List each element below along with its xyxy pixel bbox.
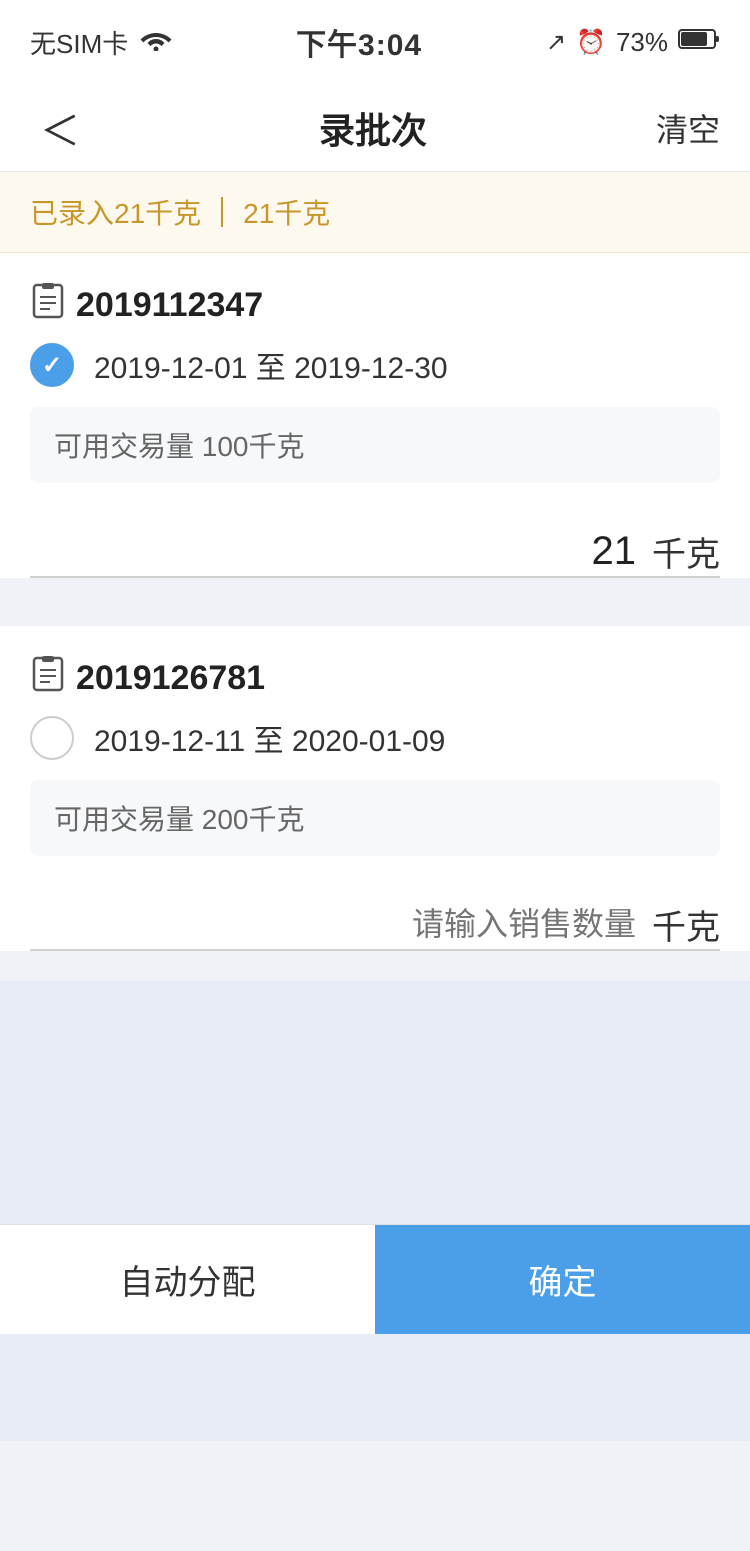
- batch1-amount-input[interactable]: [516, 529, 636, 574]
- location-icon: ↗: [546, 28, 566, 57]
- status-right: ↗ ⏰ 73%: [546, 27, 720, 58]
- alarm-icon: ⏰: [576, 28, 606, 57]
- back-button[interactable]: ＜: [30, 89, 90, 167]
- bottom-spacer: [0, 1441, 750, 1551]
- bottom-bar: 自动分配 确定: [0, 1224, 750, 1334]
- status-left: 无SIM卡: [30, 24, 172, 61]
- recorded-label: 已录入21千克: [30, 192, 201, 232]
- battery-label: 73%: [616, 27, 668, 58]
- nav-bar: ＜ 录批次 清空: [0, 84, 750, 172]
- batch2-id: 2019126781: [76, 659, 265, 698]
- batch2-amount-row: 千克: [0, 880, 750, 949]
- batch1-date: 2019-12-01 至 2019-12-30: [94, 343, 448, 387]
- batch1-amount-row: 千克: [0, 507, 750, 576]
- info-banner: 已录入21千克 21千克: [0, 172, 750, 253]
- status-bar: 无SIM卡 下午3:04 ↗ ⏰ 73%: [0, 0, 750, 84]
- battery-icon: [678, 27, 720, 58]
- info-divider: [221, 197, 223, 227]
- batch1-id: 2019112347: [76, 286, 263, 325]
- batch1-avail: 可用交易量 100千克: [30, 407, 720, 483]
- batch2-avail: 可用交易量 200千克: [30, 780, 720, 856]
- wifi-icon: [140, 27, 172, 58]
- clear-button[interactable]: 清空: [656, 105, 720, 151]
- batch2-date: 2019-12-11 至 2020-01-09: [94, 716, 445, 760]
- page-title: 录批次: [319, 102, 427, 154]
- batch1-icon: [30, 283, 66, 327]
- batch1-underline: [30, 576, 720, 578]
- auto-distribute-button[interactable]: 自动分配: [0, 1225, 375, 1334]
- batch1-card: 2019112347 ✓ 2019-12-01 至 2019-12-30 可用交…: [0, 253, 750, 578]
- batch2-unit: 千克: [652, 900, 720, 949]
- batch2-icon: [30, 656, 66, 700]
- batch2-radio[interactable]: [30, 716, 74, 760]
- batch2-amount-input[interactable]: [376, 906, 636, 943]
- batch1-radio[interactable]: ✓: [30, 343, 74, 387]
- gray-area: [0, 981, 750, 1441]
- batch1-check-icon: ✓: [42, 351, 62, 380]
- batch2-underline: [30, 949, 720, 951]
- section-gap-1: [0, 608, 750, 626]
- status-time: 下午3:04: [296, 20, 422, 64]
- total-label: 21千克: [243, 192, 330, 232]
- batch2-card: 2019126781 2019-12-11 至 2020-01-09 可用交易量…: [0, 626, 750, 951]
- batch1-unit: 千克: [652, 527, 720, 576]
- carrier-label: 无SIM卡: [30, 24, 128, 61]
- confirm-button[interactable]: 确定: [375, 1225, 750, 1334]
